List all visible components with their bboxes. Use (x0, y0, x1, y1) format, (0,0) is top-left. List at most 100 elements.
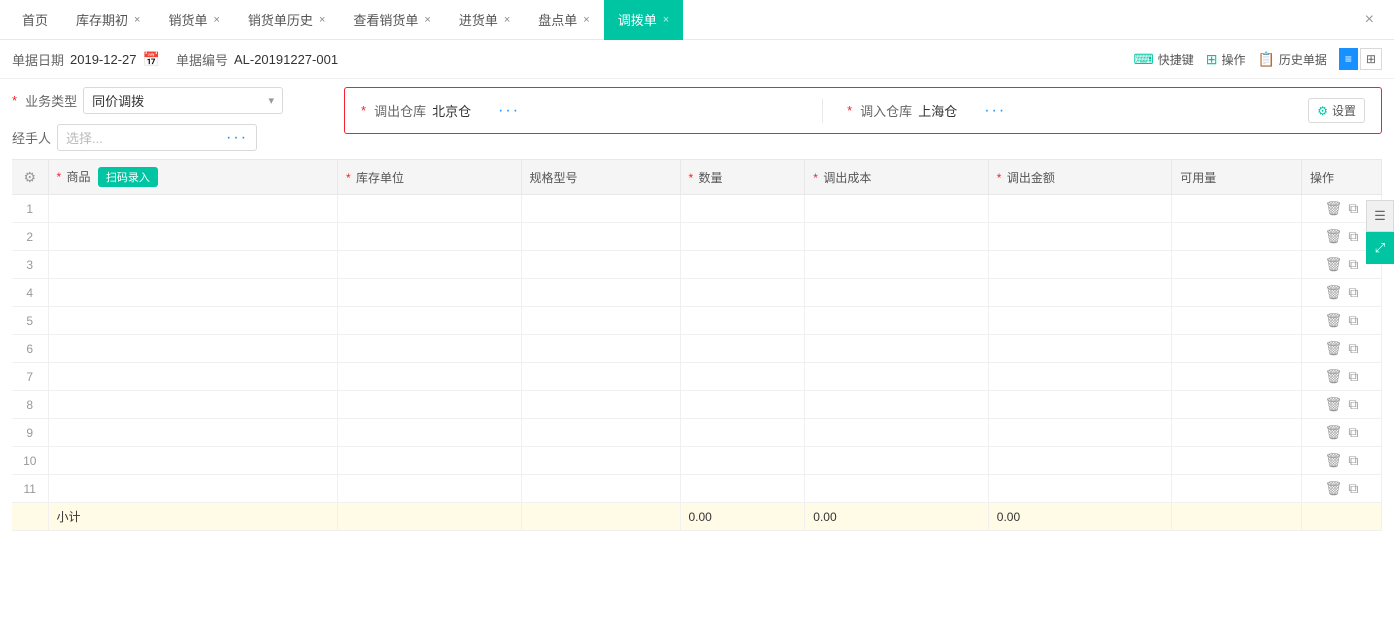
history-button[interactable]: 📋 历史单据 (1257, 51, 1326, 68)
cell-product[interactable] (48, 279, 338, 307)
cell-available[interactable] (1172, 195, 1302, 223)
cell-unit[interactable] (338, 279, 522, 307)
delete-icon[interactable]: 🗑 (1325, 368, 1343, 385)
tab-sales-history[interactable]: 销货单历史 × (234, 0, 339, 40)
copy-icon[interactable]: ⧉ (1348, 284, 1358, 301)
handler-input[interactable]: 选择... ··· (57, 124, 257, 151)
cell-amount[interactable] (988, 363, 1172, 391)
tab-inventory-init[interactable]: 库存期初 × (62, 0, 154, 40)
cell-product[interactable] (48, 335, 338, 363)
cell-cost[interactable] (805, 363, 989, 391)
cell-product[interactable] (48, 363, 338, 391)
settings-button[interactable]: ⚙ 设置 (1308, 98, 1365, 123)
cell-amount[interactable] (988, 279, 1172, 307)
cell-unit[interactable] (338, 195, 522, 223)
cell-amount[interactable] (988, 223, 1172, 251)
copy-icon[interactable]: ⧉ (1348, 480, 1358, 497)
cell-amount[interactable] (988, 335, 1172, 363)
layout-list-button[interactable]: ≡ (1339, 48, 1358, 70)
copy-icon[interactable]: ⧉ (1348, 340, 1358, 357)
cell-available[interactable] (1172, 279, 1302, 307)
tab-inventory-init-close[interactable]: × (134, 14, 140, 26)
cell-available[interactable] (1172, 363, 1302, 391)
cell-qty[interactable] (680, 363, 805, 391)
layout-grid-button[interactable]: ⊞ (1360, 48, 1382, 70)
cell-qty[interactable] (680, 391, 805, 419)
delete-icon[interactable]: 🗑 (1325, 452, 1343, 469)
copy-icon[interactable]: ⧉ (1348, 424, 1358, 441)
cell-cost[interactable] (805, 195, 989, 223)
copy-icon[interactable]: ⧉ (1348, 228, 1358, 245)
float-list-button[interactable]: ☰ (1366, 200, 1394, 232)
cell-available[interactable] (1172, 391, 1302, 419)
cell-amount[interactable] (988, 391, 1172, 419)
cell-spec[interactable] (521, 335, 680, 363)
cell-amount[interactable] (988, 447, 1172, 475)
tab-sales-order-close[interactable]: × (213, 14, 219, 26)
delete-icon[interactable]: 🗑 (1325, 312, 1343, 329)
cell-amount[interactable] (988, 475, 1172, 503)
cell-product[interactable] (48, 419, 338, 447)
cell-spec[interactable] (521, 363, 680, 391)
cell-available[interactable] (1172, 251, 1302, 279)
cell-available[interactable] (1172, 307, 1302, 335)
cell-cost[interactable] (805, 307, 989, 335)
cell-spec[interactable] (521, 279, 680, 307)
delete-icon[interactable]: 🗑 (1325, 228, 1343, 245)
cell-qty[interactable] (680, 195, 805, 223)
delete-icon[interactable]: 🗑 (1325, 340, 1343, 357)
th-gear[interactable]: ⚙ (12, 160, 48, 195)
cell-unit[interactable] (338, 419, 522, 447)
operations-button[interactable]: ⊞ 操作 (1206, 51, 1246, 68)
copy-icon[interactable]: ⧉ (1348, 312, 1358, 329)
column-settings-button[interactable]: ⚙ (23, 169, 36, 186)
tab-home[interactable]: 首页 (8, 0, 62, 40)
cell-qty[interactable] (680, 419, 805, 447)
cell-spec[interactable] (521, 475, 680, 503)
tab-sales-history-close[interactable]: × (319, 14, 325, 26)
cell-cost[interactable] (805, 251, 989, 279)
cell-product[interactable] (48, 391, 338, 419)
cell-cost[interactable] (805, 223, 989, 251)
cell-cost[interactable] (805, 391, 989, 419)
copy-icon[interactable]: ⧉ (1348, 396, 1358, 413)
cell-spec[interactable] (521, 391, 680, 419)
cell-spec[interactable] (521, 195, 680, 223)
shortcuts-button[interactable]: ⌨ 快捷键 (1133, 51, 1193, 68)
business-type-input[interactable]: 同价调拨 ▾ (83, 87, 283, 114)
cell-qty[interactable] (680, 223, 805, 251)
cell-product[interactable] (48, 251, 338, 279)
cell-unit[interactable] (338, 335, 522, 363)
handler-more-icon[interactable]: ··· (226, 129, 248, 147)
cell-product[interactable] (48, 475, 338, 503)
cell-product[interactable] (48, 223, 338, 251)
cell-available[interactable] (1172, 447, 1302, 475)
calendar-icon[interactable]: 📅 (143, 51, 160, 68)
cell-amount[interactable] (988, 251, 1172, 279)
out-warehouse-more-icon[interactable]: ··· (498, 102, 520, 120)
cell-available[interactable] (1172, 419, 1302, 447)
cell-amount[interactable] (988, 307, 1172, 335)
delete-icon[interactable]: 🗑 (1325, 396, 1343, 413)
tab-purchase[interactable]: 进货单 × (445, 0, 524, 40)
cell-available[interactable] (1172, 335, 1302, 363)
table-scroll-area[interactable]: ⚙ * 商品 扫码录入 * 库存单位 规格型号 * (12, 159, 1382, 531)
delete-icon[interactable]: 🗑 (1325, 200, 1343, 217)
cell-unit[interactable] (338, 391, 522, 419)
cell-qty[interactable] (680, 447, 805, 475)
cell-amount[interactable] (988, 195, 1172, 223)
tab-inventory-close[interactable]: × (583, 14, 589, 26)
cell-qty[interactable] (680, 251, 805, 279)
tab-view-sales-close[interactable]: × (424, 14, 430, 26)
delete-icon[interactable]: 🗑 (1325, 284, 1343, 301)
cell-qty[interactable] (680, 279, 805, 307)
cell-unit[interactable] (338, 363, 522, 391)
cell-qty[interactable] (680, 335, 805, 363)
cell-qty[interactable] (680, 475, 805, 503)
cell-qty[interactable] (680, 307, 805, 335)
cell-spec[interactable] (521, 307, 680, 335)
cell-available[interactable] (1172, 475, 1302, 503)
cell-cost[interactable] (805, 475, 989, 503)
cell-unit[interactable] (338, 475, 522, 503)
cell-spec[interactable] (521, 223, 680, 251)
